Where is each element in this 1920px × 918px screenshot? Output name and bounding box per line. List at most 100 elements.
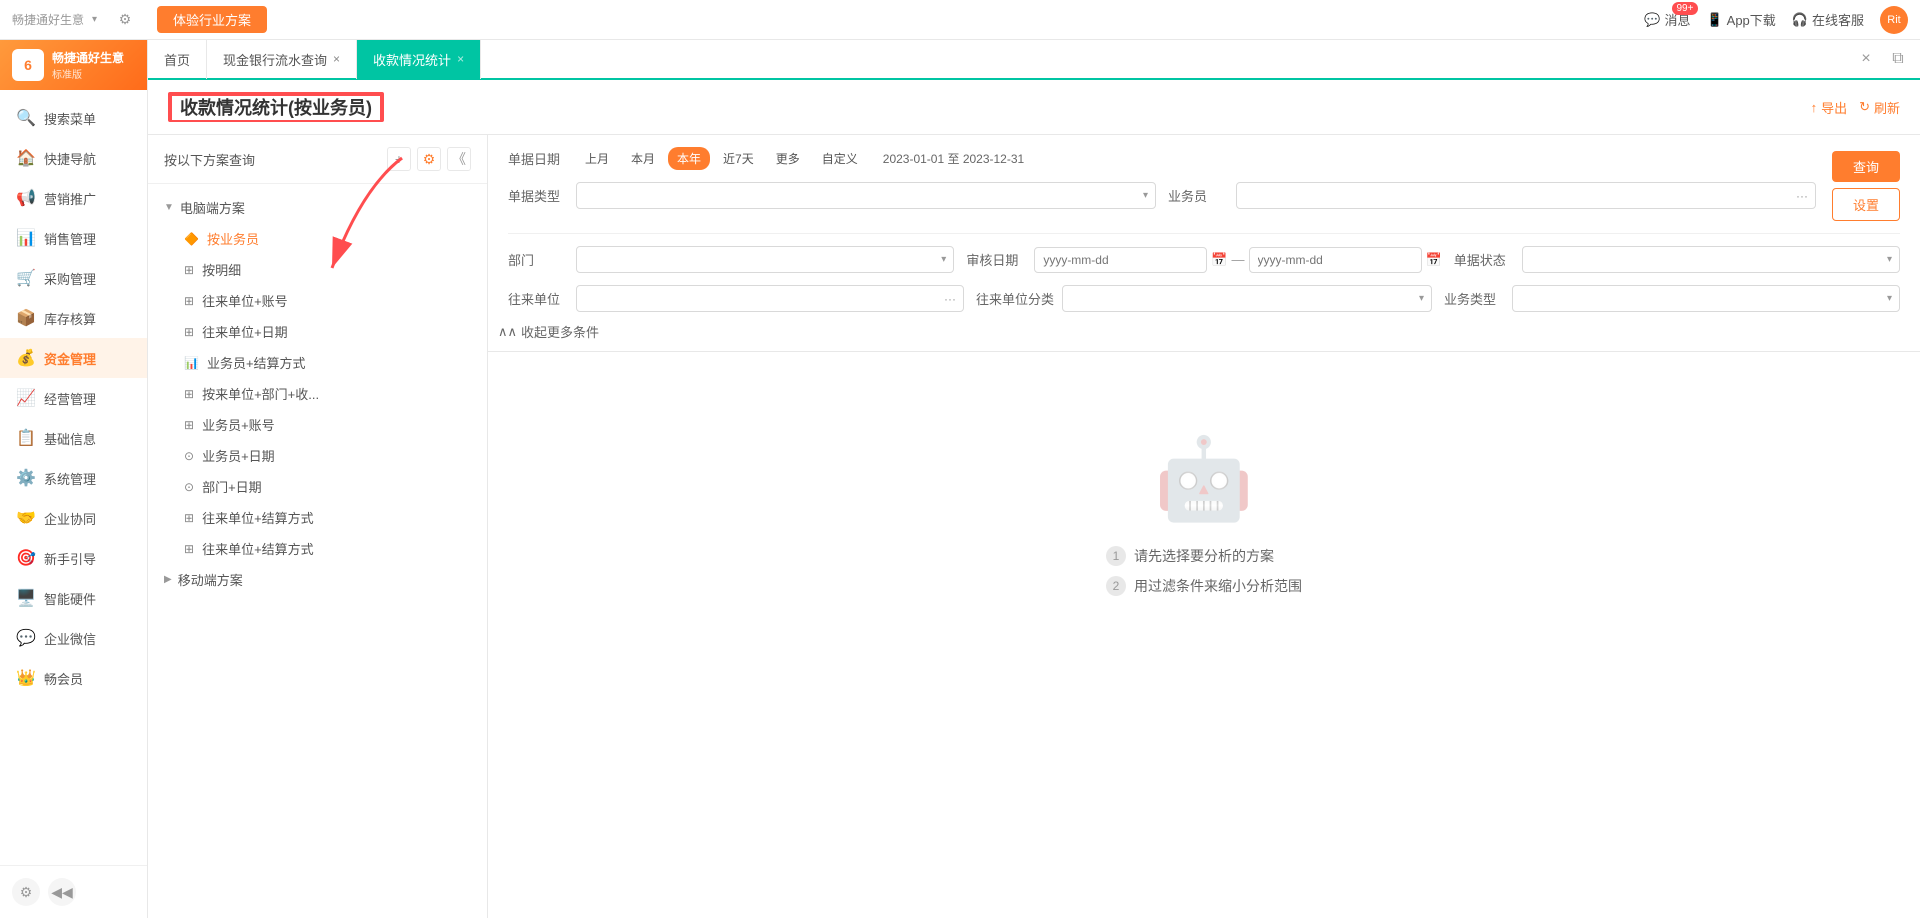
date-tab-custom[interactable]: 自定义 bbox=[813, 147, 867, 170]
sidebar-settings-btn[interactable]: ⚙ bbox=[12, 878, 40, 906]
app-download-item[interactable]: 📱 App下载 bbox=[1706, 10, 1775, 29]
sidebar-item-quick-nav[interactable]: 🏠 快捷导航 bbox=[0, 138, 147, 178]
sidebar-item-finance[interactable]: 💰 资金管理 bbox=[0, 338, 147, 378]
logo-area: 6 畅捷通好生意 标准版 bbox=[0, 40, 147, 90]
dept-select-wrapper: ▾ bbox=[576, 246, 954, 273]
sidebar-item-wechat[interactable]: 💬 企业微信 bbox=[0, 618, 147, 658]
by-unit-payment2-icon: ⊞ bbox=[184, 511, 194, 525]
business-type-select[interactable] bbox=[1512, 285, 1900, 312]
tree-item-by-unit-payment2[interactable]: ⊞ 往来单位+结算方式 bbox=[148, 502, 487, 533]
online-service-item[interactable]: 🎧 在线客服 bbox=[1792, 10, 1864, 29]
business-type-label: 业务类型 bbox=[1444, 289, 1504, 308]
tree-item-by-detail[interactable]: ⊞ 按明细 bbox=[148, 254, 487, 285]
tree-item-by-unit-date[interactable]: ⊞ 往来单位+日期 bbox=[148, 316, 487, 347]
by-salesman-date-icon: ⊙ bbox=[184, 449, 194, 463]
dept-select[interactable] bbox=[576, 246, 954, 273]
counterparty-category-label: 往来单位分类 bbox=[976, 289, 1054, 308]
tree-item-by-salesman-date[interactable]: ⊙ 业务员+日期 bbox=[148, 440, 487, 471]
sidebar-item-label: 基础信息 bbox=[44, 429, 96, 448]
sidebar-item-label: 新手引导 bbox=[44, 549, 96, 568]
sidebar-item-enterprise[interactable]: 🤝 企业协同 bbox=[0, 498, 147, 538]
calendar-end-icon[interactable]: 📅 bbox=[1426, 252, 1442, 268]
counterparty-label: 往来单位 bbox=[508, 289, 568, 308]
tree-group-mobile-header[interactable]: ▶ 移动端方案 bbox=[148, 564, 487, 595]
page-actions: ↑ 导出 ↻ 刷新 bbox=[1811, 98, 1900, 117]
sidebar-item-operation[interactable]: 📈 经营管理 bbox=[0, 378, 147, 418]
by-dept-date-label: 部门+日期 bbox=[202, 477, 262, 496]
tab-receipt-stats[interactable]: 收款情况统计 × bbox=[357, 39, 481, 79]
tab-home[interactable]: 首页 bbox=[148, 39, 207, 79]
panel-collapse-btn[interactable]: 《 bbox=[447, 147, 471, 171]
tree-item-by-salesman-payment[interactable]: 📊 业务员+结算方式 bbox=[148, 347, 487, 378]
export-btn[interactable]: ↑ 导出 bbox=[1811, 98, 1848, 117]
counterparty-input[interactable] bbox=[576, 285, 964, 312]
header-right: 💬 消息 99+ 📱 App下载 🎧 在线客服 Rit bbox=[1644, 6, 1908, 34]
trial-button[interactable]: 体验行业方案 bbox=[157, 6, 267, 33]
audit-date-end[interactable] bbox=[1249, 247, 1422, 273]
tree-item-by-salesman-account[interactable]: ⊞ 业务员+账号 bbox=[148, 409, 487, 440]
sidebar-item-search[interactable]: 🔍 搜索菜单 bbox=[0, 98, 147, 138]
business-type-select-wrapper: ▾ bbox=[1512, 285, 1900, 312]
sidebar-item-hardware[interactable]: 🖥️ 智能硬件 bbox=[0, 578, 147, 618]
doc-status-select[interactable] bbox=[1522, 246, 1900, 273]
tab-bank-flow-close[interactable]: × bbox=[333, 52, 340, 66]
sidebar-collapse-btn[interactable]: ◀◀ bbox=[48, 878, 76, 906]
settings-button[interactable]: 设置 bbox=[1832, 188, 1900, 221]
tab-bank-flow[interactable]: 现金银行流水查询 × bbox=[207, 39, 357, 79]
by-unit-dept-icon: ⊞ bbox=[184, 387, 194, 401]
tab-close-all-btn[interactable]: × bbox=[1852, 45, 1880, 73]
header-gear-icon[interactable]: ⚙ bbox=[113, 8, 137, 32]
tab-restore-btn[interactable]: ⧉ bbox=[1884, 45, 1912, 73]
sidebar-item-purchase[interactable]: 🛒 采购管理 bbox=[0, 258, 147, 298]
service-icon: 🎧 bbox=[1792, 12, 1808, 28]
tree-item-by-dept-date[interactable]: ⊙ 部门+日期 bbox=[148, 471, 487, 502]
refresh-btn[interactable]: ↻ 刷新 bbox=[1859, 98, 1900, 117]
tree-item-by-unit-payment3[interactable]: ⊞ 往来单位+结算方式 bbox=[148, 533, 487, 564]
doc-type-select-wrapper: ▾ bbox=[576, 182, 1156, 209]
date-tab-more[interactable]: 更多 bbox=[767, 147, 809, 170]
salesman-input[interactable] bbox=[1236, 182, 1816, 209]
left-panel: 按以下方案查询 + ⚙ 《 ▼ 电脑端方案 bbox=[148, 135, 488, 918]
tree-group-desktop-header[interactable]: ▼ 电脑端方案 bbox=[148, 192, 487, 223]
app-download-label: App下载 bbox=[1727, 10, 1776, 29]
tree-item-by-salesman[interactable]: 🔶 按业务员 bbox=[148, 223, 487, 254]
sidebar-item-label: 经营管理 bbox=[44, 389, 96, 408]
date-tab-this-month[interactable]: 本月 bbox=[622, 147, 664, 170]
date-tab-last-7[interactable]: 近7天 bbox=[714, 147, 763, 170]
sidebar-item-label: 资金管理 bbox=[44, 349, 96, 368]
tree-group-mobile: ▶ 移动端方案 bbox=[148, 564, 487, 595]
page-header: 收款情况统计(按业务员) ↑ 导出 ↻ 刷新 bbox=[148, 80, 1920, 135]
panel-settings-btn[interactable]: ⚙ bbox=[417, 147, 441, 171]
tree-item-by-unit-dept[interactable]: ⊞ 按来单位+部门+收... bbox=[148, 378, 487, 409]
wechat-icon: 💬 bbox=[16, 628, 36, 648]
audit-date-start[interactable] bbox=[1034, 247, 1207, 273]
sidebar-item-member[interactable]: 👑 畅会员 bbox=[0, 658, 147, 698]
date-filter-row: 单据日期 上月 本月 本年 近7天 更多 自定义 2023-01-01 至 20… bbox=[508, 147, 1816, 170]
sidebar-item-marketing[interactable]: 📢 营销推广 bbox=[0, 178, 147, 218]
salesman-label: 业务员 bbox=[1168, 186, 1228, 205]
sidebar-item-guide[interactable]: 🎯 新手引导 bbox=[0, 538, 147, 578]
doc-type-select[interactable] bbox=[576, 182, 1156, 209]
counterparty-category-select[interactable] bbox=[1062, 285, 1432, 312]
breadcrumb-dropdown[interactable]: ▾ bbox=[92, 14, 97, 25]
user-avatar[interactable]: Rit bbox=[1880, 6, 1908, 34]
main-area: 首页 现金银行流水查询 × 收款情况统计 × × ⧉ 收款情况统计(按业务员) … bbox=[148, 40, 1920, 918]
message-item[interactable]: 💬 消息 99+ bbox=[1644, 10, 1690, 29]
query-button[interactable]: 查询 bbox=[1832, 151, 1900, 182]
sidebar-item-inventory[interactable]: 📦 库存核算 bbox=[0, 298, 147, 338]
tab-bank-flow-label: 现金银行流水查询 bbox=[223, 50, 327, 69]
by-unit-account-label: 往来单位+账号 bbox=[202, 291, 288, 310]
quick-nav-icon: 🏠 bbox=[16, 148, 36, 168]
tree-group-desktop-label: 电脑端方案 bbox=[180, 198, 245, 217]
sidebar-item-sales[interactable]: 📊 销售管理 bbox=[0, 218, 147, 258]
tab-receipt-stats-close[interactable]: × bbox=[457, 52, 464, 66]
sidebar-item-system[interactable]: ⚙️ 系统管理 bbox=[0, 458, 147, 498]
salesman-select-wrapper: ··· bbox=[1236, 182, 1816, 209]
sidebar-item-base-info[interactable]: 📋 基础信息 bbox=[0, 418, 147, 458]
date-tab-last-month[interactable]: 上月 bbox=[576, 147, 618, 170]
tree-item-by-unit-account[interactable]: ⊞ 往来单位+账号 bbox=[148, 285, 487, 316]
date-tab-this-year[interactable]: 本年 bbox=[668, 147, 710, 170]
calendar-start-icon[interactable]: 📅 bbox=[1211, 252, 1227, 268]
collapse-button[interactable]: ∧∧ 收起更多条件 bbox=[498, 322, 1910, 341]
panel-add-btn[interactable]: + bbox=[387, 147, 411, 171]
